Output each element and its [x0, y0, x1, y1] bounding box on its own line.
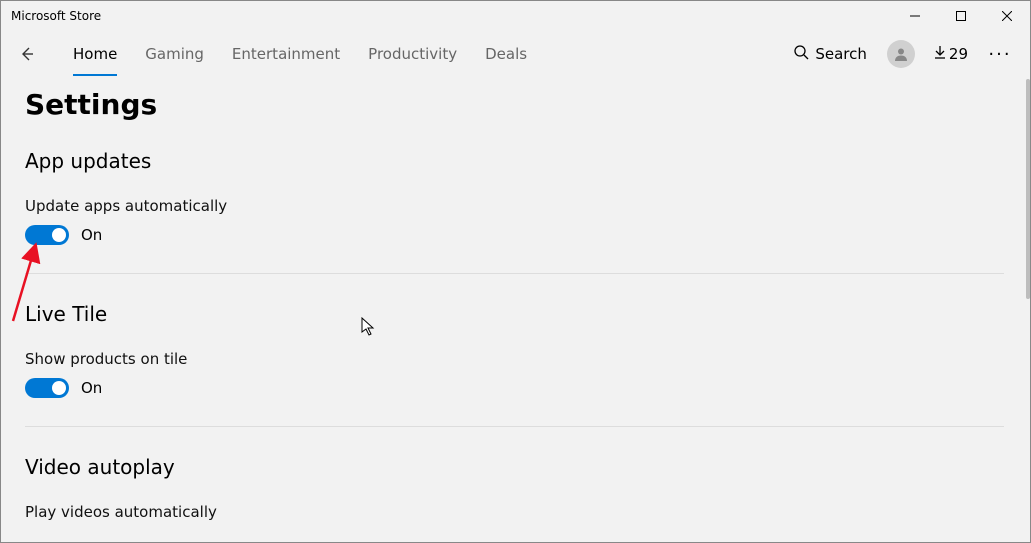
setting-row: On	[25, 378, 1004, 398]
tab-label: Gaming	[145, 45, 204, 63]
window-titlebar: Microsoft Store	[1, 1, 1030, 30]
minimize-button[interactable]	[892, 1, 938, 30]
setting-row: On	[25, 225, 1004, 245]
downloads-button[interactable]: 29	[927, 41, 974, 67]
tab-entertainment[interactable]: Entertainment	[218, 30, 354, 78]
section-title-live-tile: Live Tile	[25, 302, 1004, 326]
top-nav: Home Gaming Entertainment Productivity D…	[1, 30, 1030, 78]
account-button[interactable]	[887, 40, 915, 68]
back-button[interactable]	[7, 34, 47, 74]
section-title-video-autoplay: Video autoplay	[25, 455, 1004, 479]
tab-label: Entertainment	[232, 45, 340, 63]
search-button[interactable]: Search	[785, 40, 875, 68]
close-button[interactable]	[984, 1, 1030, 30]
setting-label-show-products: Show products on tile	[25, 350, 1004, 368]
setting-label-play-videos: Play videos automatically	[25, 503, 1004, 521]
toggle-knob	[52, 228, 66, 242]
tab-productivity[interactable]: Productivity	[354, 30, 471, 78]
section-title-app-updates: App updates	[25, 149, 1004, 173]
maximize-button[interactable]	[938, 1, 984, 30]
settings-content: Settings App updates Update apps automat…	[1, 78, 1028, 542]
section-divider	[25, 426, 1004, 427]
search-icon	[793, 44, 809, 64]
scrollbar-thumb[interactable]	[1026, 79, 1030, 299]
section-divider	[25, 273, 1004, 274]
nav-tabs: Home Gaming Entertainment Productivity D…	[59, 30, 541, 78]
more-button[interactable]: ···	[980, 34, 1020, 74]
download-icon	[933, 45, 947, 63]
tab-home[interactable]: Home	[59, 30, 131, 78]
tab-label: Home	[73, 45, 117, 63]
tab-gaming[interactable]: Gaming	[131, 30, 218, 78]
tab-label: Deals	[485, 45, 527, 63]
window-title: Microsoft Store	[1, 9, 101, 23]
tab-deals[interactable]: Deals	[471, 30, 541, 78]
toggle-state-label: On	[81, 226, 102, 244]
tab-label: Productivity	[368, 45, 457, 63]
setting-label-update-apps: Update apps automatically	[25, 197, 1004, 215]
more-icon: ···	[988, 44, 1011, 65]
toggle-show-products[interactable]	[25, 378, 69, 398]
person-icon	[892, 45, 910, 63]
search-label: Search	[815, 45, 867, 63]
toggle-knob	[52, 381, 66, 395]
toggle-update-apps[interactable]	[25, 225, 69, 245]
page-title: Settings	[25, 88, 1004, 121]
toggle-state-label: On	[81, 379, 102, 397]
downloads-count: 29	[949, 45, 968, 63]
